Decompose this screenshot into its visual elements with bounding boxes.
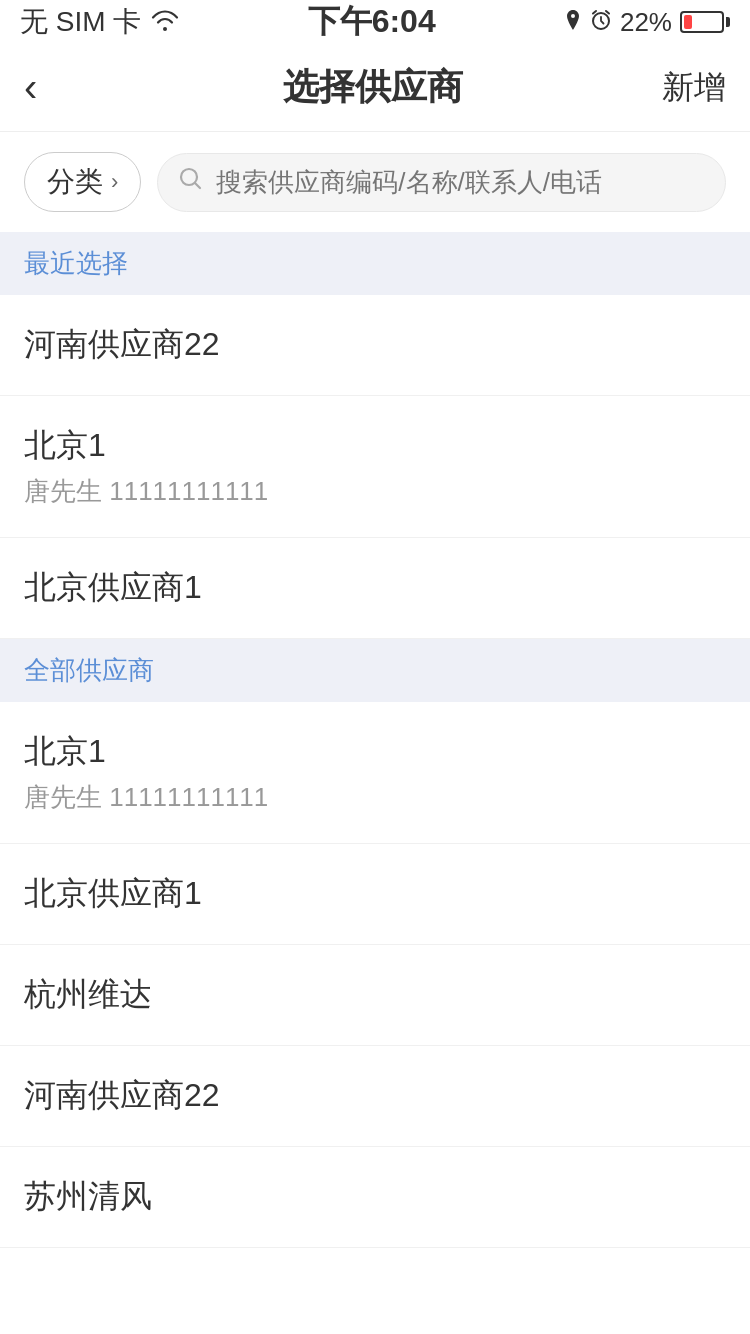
item-name: 河南供应商22: [24, 1074, 726, 1118]
list-item[interactable]: 北京供应商1: [0, 844, 750, 945]
all-section-header: 全部供应商: [0, 639, 750, 702]
alarm-icon: [590, 7, 612, 38]
filter-bar: 分类 ›: [0, 132, 750, 232]
recent-list: 河南供应商22 北京1 唐先生 11111111111 北京供应商1: [0, 295, 750, 639]
item-sub: 唐先生 11111111111: [24, 780, 726, 815]
search-icon: [178, 166, 204, 199]
list-item[interactable]: 河南供应商22: [0, 1046, 750, 1147]
list-item[interactable]: 北京1 唐先生 11111111111: [0, 396, 750, 538]
list-item[interactable]: 苏州清风: [0, 1147, 750, 1248]
status-right: 22%: [564, 7, 730, 38]
list-item[interactable]: 杭州维达: [0, 945, 750, 1046]
all-section-label: 全部供应商: [24, 655, 154, 685]
new-button[interactable]: 新增: [662, 66, 726, 110]
status-left: 无 SIM 卡: [20, 3, 179, 41]
item-name: 北京1: [24, 730, 726, 774]
no-sim-text: 无 SIM 卡: [20, 3, 141, 41]
item-name: 河南供应商22: [24, 323, 726, 367]
page-title: 选择供应商: [283, 63, 463, 112]
item-name: 北京供应商1: [24, 872, 726, 916]
item-name: 苏州清风: [24, 1175, 726, 1219]
list-item[interactable]: 河南供应商22: [0, 295, 750, 396]
item-name: 北京供应商1: [24, 566, 726, 610]
item-name: 杭州维达: [24, 973, 726, 1017]
battery-icon: [680, 11, 730, 33]
search-box[interactable]: [157, 153, 726, 212]
chevron-right-icon: ›: [111, 169, 118, 195]
location-icon: [564, 7, 582, 38]
search-input[interactable]: [216, 167, 705, 198]
wifi-icon: [151, 6, 179, 38]
recent-section-header: 最近选择: [0, 232, 750, 295]
nav-bar: ‹ 选择供应商 新增: [0, 44, 750, 132]
list-item[interactable]: 北京1 唐先生 11111111111: [0, 702, 750, 844]
all-list: 北京1 唐先生 11111111111 北京供应商1 杭州维达河南供应商22 苏州清风: [0, 702, 750, 1248]
item-sub: 唐先生 11111111111: [24, 474, 726, 509]
battery-percent: 22%: [620, 7, 672, 38]
category-button[interactable]: 分类 ›: [24, 152, 141, 212]
list-item[interactable]: 北京供应商1: [0, 538, 750, 639]
status-time: 下午6:04: [308, 0, 436, 44]
back-button[interactable]: ‹: [24, 65, 84, 110]
category-label: 分类: [47, 163, 103, 201]
recent-section-label: 最近选择: [24, 248, 128, 278]
status-bar: 无 SIM 卡 下午6:04 22%: [0, 0, 750, 44]
item-name: 北京1: [24, 424, 726, 468]
